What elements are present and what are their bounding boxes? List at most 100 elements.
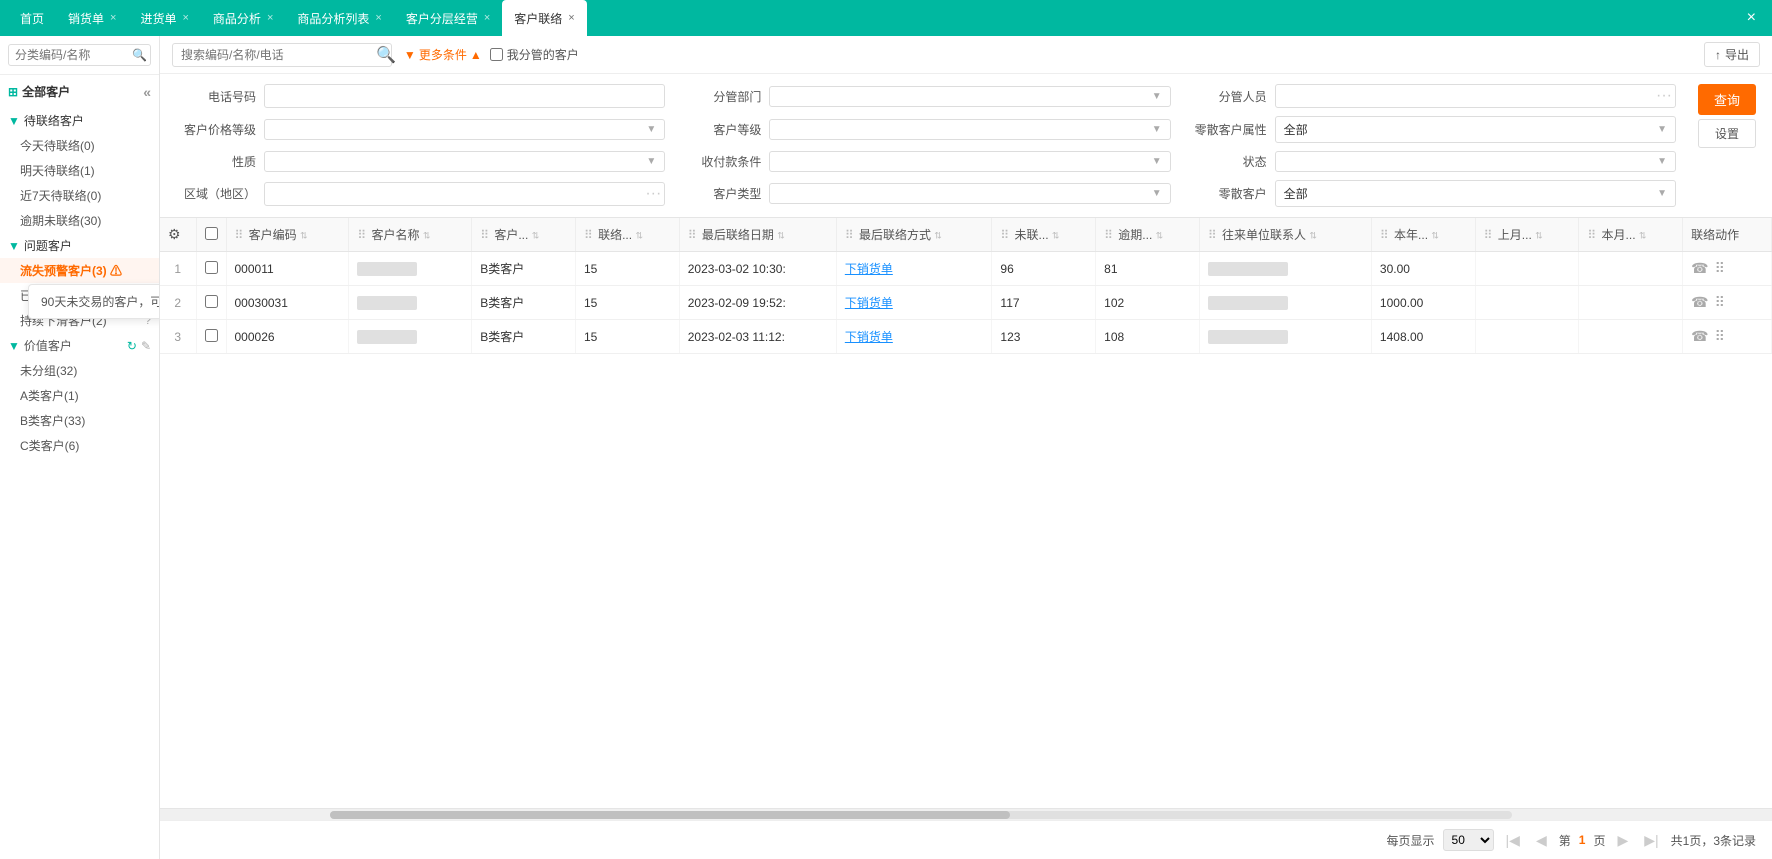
sidebar-collapse-btn[interactable]: « (143, 84, 151, 100)
contact-action-icon-1[interactable]: ☎ (1691, 294, 1708, 311)
contact-action-icon-2[interactable]: ☎ (1691, 328, 1708, 345)
last-page-btn[interactable]: ▶| (1640, 832, 1662, 849)
row-checkbox-1[interactable] (196, 286, 226, 320)
tab-customer-segment[interactable]: 客户分层经营 × (394, 0, 502, 36)
payment-select[interactable]: ▼ (769, 151, 1170, 172)
horizontal-scrollbar[interactable] (160, 808, 1772, 820)
close-customer-contact[interactable]: × (568, 12, 574, 24)
sidebar-item-ungrouped[interactable]: 未分组(32) (0, 358, 159, 383)
tab-purchase-order[interactable]: 进货单 × (128, 0, 200, 36)
export-button[interactable]: ↑ 导出 (1704, 42, 1760, 67)
close-all-btn[interactable]: × (1739, 9, 1764, 27)
dept-select[interactable]: ▼ (769, 86, 1170, 107)
region-input[interactable] (264, 182, 665, 206)
customer-level-select[interactable]: ▼ (769, 119, 1170, 140)
first-page-btn[interactable]: |◀ (1502, 832, 1524, 849)
my-customers-checkbox[interactable] (490, 48, 503, 61)
sidebar-group-value[interactable]: ▼ 价值客户 ↻ ✎ (0, 333, 159, 358)
query-button[interactable]: 查询 (1698, 84, 1756, 115)
sidebar-search-icon[interactable]: 🔍 (132, 48, 147, 62)
edit-icon[interactable]: ✎ (141, 339, 151, 353)
row-type-2: B类客户 (472, 320, 576, 354)
refresh-icon[interactable]: ↻ (127, 339, 137, 353)
close-customer-segment[interactable]: × (484, 12, 490, 24)
my-customers-checkbox-label[interactable]: 我分管的客户 (490, 46, 579, 63)
row-num-0: 1 (160, 252, 196, 286)
col-contact-person-header[interactable]: ⠿ 往来单位联系人 ⇅ (1199, 218, 1371, 252)
row-this-month-0 (1579, 252, 1683, 286)
row-last-method-2[interactable]: 下销货单 (836, 320, 992, 354)
prev-page-btn[interactable]: ◀ (1532, 832, 1551, 849)
close-sales-order[interactable]: × (110, 12, 116, 24)
col-type-header[interactable]: ⠿ 客户... ⇅ (472, 218, 576, 252)
col-unlisted-header[interactable]: ⠿ 未联... ⇅ (992, 218, 1096, 252)
col-this-month-header[interactable]: ⠿ 本月... ⇅ (1579, 218, 1683, 252)
tab-customer-contact[interactable]: 客户联络 × (502, 0, 586, 36)
per-page-select[interactable]: 50 100 200 (1443, 829, 1494, 851)
filter-row-3: 性质 ▼ 收付款条件 ▼ 状态 (176, 151, 1756, 172)
more-action-icon-1[interactable]: ⠿ (1715, 294, 1725, 311)
gender-select[interactable]: ▼ (264, 151, 665, 172)
next-page-btn[interactable]: ▶ (1613, 832, 1632, 849)
drag-handle-icon-11: ⠿ (1484, 228, 1493, 242)
col-settings-header[interactable]: ⚙ (160, 218, 196, 252)
sidebar-group-pending[interactable]: ▼ 待联络客户 (0, 108, 159, 133)
data-table-area: ⚙ ⠿ 客户编码 ⇅ ⠿ 客户名称 ⇅ (160, 218, 1772, 808)
sidebar-group-problem[interactable]: ▼ 问题客户 (0, 233, 159, 258)
status-select[interactable]: ▼ (1275, 151, 1676, 172)
select-all-checkbox[interactable] (205, 227, 218, 240)
close-product-analysis[interactable]: × (267, 12, 273, 24)
arrow-down-icon-3: ▼ (8, 339, 20, 353)
col-this-year-header[interactable]: ⠿ 本年... ⇅ (1371, 218, 1475, 252)
more-conditions-btn[interactable]: ▼ 更多条件 ▲ (404, 46, 482, 63)
gender-arrow-icon: ▼ (646, 156, 656, 167)
zero-customer-select[interactable]: 全部 ▼ (1275, 180, 1676, 207)
sidebar-item-7days[interactable]: 近7天待联络(0) (0, 183, 159, 208)
phone-input[interactable] (264, 84, 665, 108)
column-settings-icon[interactable]: ⚙ (168, 226, 181, 242)
close-purchase-order[interactable]: × (182, 12, 188, 24)
row-last-method-0[interactable]: 下销货单 (836, 252, 992, 286)
tab-home[interactable]: 首页 (8, 0, 56, 36)
row-last-method-1[interactable]: 下销货单 (836, 286, 992, 320)
filter-search-input[interactable] (172, 43, 392, 67)
person-input[interactable] (1275, 84, 1676, 108)
scroll-thumb[interactable] (330, 811, 1010, 819)
sidebar-search-input[interactable] (8, 44, 151, 66)
price-level-select[interactable]: ▼ (264, 119, 665, 140)
sidebar-item-b-class[interactable]: B类客户(33) (0, 408, 159, 433)
row-actions-1: ☎ ⠿ (1683, 286, 1772, 320)
col-code-header[interactable]: ⠿ 客户编码 ⇅ (226, 218, 349, 252)
tab-product-analysis[interactable]: 商品分析 × (201, 0, 285, 36)
region-dots-icon[interactable]: ··· (645, 185, 661, 203)
more-action-icon-2[interactable]: ⠿ (1715, 328, 1725, 345)
col-contact-count-header[interactable]: ⠿ 联络... ⇅ (575, 218, 679, 252)
col-last-month-header[interactable]: ⠿ 上月... ⇅ (1475, 218, 1579, 252)
per-page-label: 每页显示 (1387, 832, 1435, 849)
sidebar-item-c-class[interactable]: C类客户(6) (0, 433, 159, 458)
col-name-header[interactable]: ⠿ 客户名称 ⇅ (349, 218, 472, 252)
tab-product-analysis-list[interactable]: 商品分析列表 × (285, 0, 393, 36)
customer-type-select[interactable]: ▼ (769, 183, 1170, 204)
settings-button[interactable]: 设置 (1698, 119, 1756, 148)
contact-action-icon-0[interactable]: ☎ (1691, 260, 1708, 277)
sidebar-item-a-class[interactable]: A类客户(1) (0, 383, 159, 408)
close-product-analysis-list[interactable]: × (375, 12, 381, 24)
sidebar-item-churn-warning[interactable]: 流失预警客户(3) ⚠ (0, 258, 159, 283)
filter-search-button[interactable]: 🔍 (376, 45, 396, 65)
sidebar-item-overdue[interactable]: 逾期未联络(30) (0, 208, 159, 233)
row-checkbox-2[interactable] (196, 320, 226, 354)
col-last-date-header[interactable]: ⠿ 最后联络日期 ⇅ (679, 218, 836, 252)
col-checkbox-header[interactable] (196, 218, 226, 252)
more-action-icon-0[interactable]: ⠿ (1715, 260, 1725, 277)
col-last-method-header[interactable]: ⠿ 最后联络方式 ⇅ (836, 218, 992, 252)
sidebar-item-today[interactable]: 今天待联络(0) (0, 133, 159, 158)
status-arrow-icon: ▼ (1657, 156, 1667, 167)
sidebar-item-tomorrow[interactable]: 明天待联络(1) (0, 158, 159, 183)
row-checkbox-0[interactable] (196, 252, 226, 286)
tab-sales-order[interactable]: 销货单 × (56, 0, 128, 36)
col-overdue-header[interactable]: ⠿ 逾期... ⇅ (1096, 218, 1200, 252)
arrow-down-icon: ▼ (8, 114, 20, 128)
zero-attr-select[interactable]: 全部 ▼ (1275, 116, 1676, 143)
person-dots-icon[interactable]: ··· (1656, 87, 1672, 105)
